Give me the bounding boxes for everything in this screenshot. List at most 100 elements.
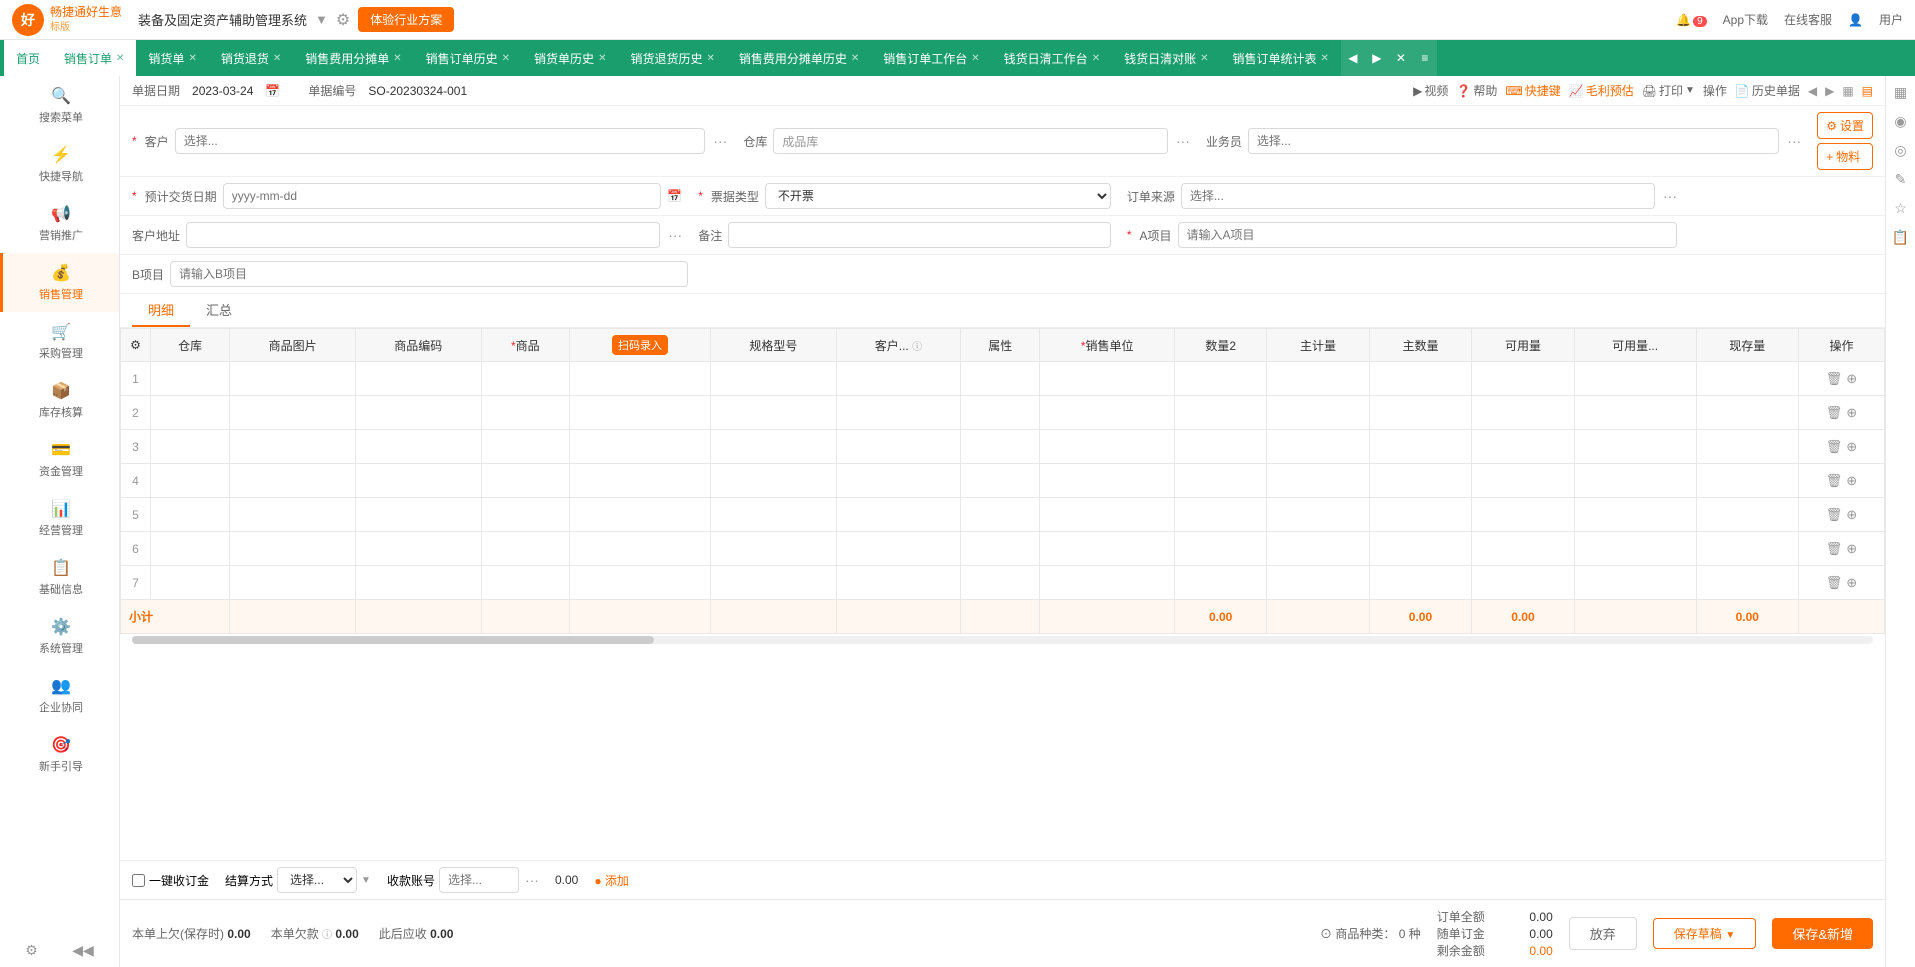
sidebar-settings-icon[interactable]: ⚙ <box>25 942 38 959</box>
nav-tab-return-history[interactable]: 销货退货历史 ✕ <box>618 40 726 76</box>
account-dots[interactable]: ··· <box>525 872 539 888</box>
nav-tab-reconcile[interactable]: 钱货日清对账 ✕ <box>1112 40 1220 76</box>
b-project-input[interactable] <box>170 261 688 287</box>
copy-icon[interactable]: ⊕ <box>1846 371 1857 387</box>
right-icon-4[interactable]: ✎ <box>1895 171 1907 188</box>
sidebar-item-base[interactable]: 📋 基础信息 <box>0 548 119 607</box>
row-code-2[interactable] <box>355 396 481 430</box>
right-icon-3[interactable]: ◎ <box>1894 142 1906 159</box>
row-spec-1[interactable] <box>711 362 837 396</box>
date-delivery-input[interactable] <box>223 183 662 209</box>
nav-tab-sales[interactable]: 销货单 ✕ <box>136 40 208 76</box>
toolbar-grid-icon[interactable]: ▦ <box>1842 84 1853 98</box>
profit-btn[interactable]: 📈 毛利预估 <box>1569 82 1634 99</box>
right-icon-6[interactable]: 📋 <box>1892 229 1909 246</box>
remarks-input[interactable] <box>728 222 1111 248</box>
nav-tab-fee-history[interactable]: 销售费用分摊单历史 ✕ <box>727 40 871 76</box>
sidebar-item-guide[interactable]: 🎯 新手引导 <box>0 725 119 784</box>
system-settings-icon[interactable]: ⚙ <box>336 10 350 30</box>
history-btn[interactable]: 📄 历史单据 <box>1735 82 1800 99</box>
nav-tab-daily-workbench[interactable]: 钱货日清工作台 ✕ <box>992 40 1112 76</box>
address-dots[interactable]: ··· <box>668 227 682 243</box>
nav-tab-sales-order[interactable]: 销售订单 ✕ <box>52 40 136 76</box>
delete-icon-5[interactable]: 🗑 <box>1826 507 1843 523</box>
row-warehouse-1[interactable] <box>151 362 230 396</box>
sidebar-item-enterprise[interactable]: 👥 企业协同 <box>0 666 119 725</box>
delete-icon-3[interactable]: 🗑 <box>1826 439 1843 455</box>
delete-icon[interactable]: 🗑 <box>1826 371 1843 387</box>
copy-icon-6[interactable]: ⊕ <box>1846 541 1857 557</box>
user-name[interactable]: 用户 <box>1879 11 1903 28</box>
payment-method-select[interactable]: 选择... <box>277 867 357 893</box>
nav-close-all[interactable]: ✕ <box>1389 40 1413 76</box>
row-qty2-1[interactable] <box>1175 362 1267 396</box>
row-main-qty-2[interactable] <box>1369 396 1471 430</box>
add-material-btn[interactable]: + 物料 <box>1817 143 1873 170</box>
order-source-input[interactable] <box>1181 183 1655 209</box>
row-code-1[interactable] <box>355 362 481 396</box>
toolbar-list-icon[interactable]: ▤ <box>1862 84 1873 98</box>
notification-icon[interactable]: 🔔9 <box>1676 13 1707 27</box>
warehouse-dots[interactable]: ··· <box>1176 133 1190 149</box>
payment-method-dropdown[interactable]: ▼ <box>361 875 371 886</box>
address-input[interactable] <box>186 222 660 248</box>
delete-icon-4[interactable]: 🗑 <box>1826 473 1843 489</box>
nav-more[interactable]: ≡ <box>1413 40 1437 76</box>
action-btn[interactable]: 操作 <box>1703 82 1727 99</box>
sidebar-item-search[interactable]: 🔍 搜索菜单 <box>0 76 119 135</box>
calendar-icon[interactable]: 📅 <box>265 84 280 98</box>
system-dropdown-icon[interactable]: ▼ <box>315 12 328 27</box>
sidebar-item-purchase[interactable]: 🛒 采购管理 <box>0 312 119 371</box>
help-btn[interactable]: ❓ 帮助 <box>1456 82 1497 99</box>
row-unit-2[interactable] <box>1040 396 1175 430</box>
sidebar-item-system[interactable]: ⚙️ 系统管理 <box>0 607 119 666</box>
online-support-btn[interactable]: 在线客服 <box>1784 11 1832 28</box>
right-icon-1[interactable]: ▦ <box>1894 84 1907 101</box>
row-attr-1[interactable] <box>961 362 1040 396</box>
copy-icon-4[interactable]: ⊕ <box>1846 473 1857 489</box>
view-btn[interactable]: ▶ 视频 <box>1413 82 1448 99</box>
sidebar-collapse-icon[interactable]: ◀◀ <box>72 942 94 959</box>
right-icon-2[interactable]: ◉ <box>1894 113 1906 130</box>
sidebar-item-marketing[interactable]: 📢 营销推广 <box>0 194 119 253</box>
one-click-checkbox[interactable] <box>132 874 145 887</box>
row-qty2-2[interactable] <box>1175 396 1267 430</box>
row-unit-1[interactable] <box>1040 362 1175 396</box>
settings-panel-btn[interactable]: ⚙ 设置 <box>1817 112 1873 139</box>
delete-icon-7[interactable]: 🗑 <box>1826 575 1843 591</box>
nav-next-arrow[interactable]: ▶ <box>1365 40 1389 76</box>
nav-tab-close[interactable]: ✕ <box>116 53 124 64</box>
copy-icon-3[interactable]: ⊕ <box>1846 439 1857 455</box>
copy-icon-5[interactable]: ⊕ <box>1846 507 1857 523</box>
sidebar-item-sales[interactable]: 💰 销售管理 <box>0 253 119 312</box>
app-download-btn[interactable]: App下载 <box>1723 11 1768 28</box>
row-spec-2[interactable] <box>711 396 837 430</box>
nav-tab-stats[interactable]: 销售订单统计表 ✕ <box>1220 40 1340 76</box>
nav-tab-home[interactable]: 首页 <box>4 40 52 76</box>
customer-code-info[interactable]: ⓘ <box>912 342 922 353</box>
delete-icon-6[interactable]: 🗑 <box>1826 541 1843 557</box>
print-dropdown[interactable]: ▼ <box>1685 85 1695 96</box>
row-product-2[interactable] <box>481 396 569 430</box>
add-btn[interactable]: ● 添加 <box>594 872 629 889</box>
sidebar-item-quicknav[interactable]: ⚡ 快捷导航 <box>0 135 119 194</box>
col-scan[interactable]: 扫码录入 <box>569 329 710 362</box>
copy-icon-2[interactable]: ⊕ <box>1846 405 1857 421</box>
tab-detail[interactable]: 明细 <box>132 294 190 327</box>
row-product-1[interactable] <box>481 362 569 396</box>
row-customer-code-2[interactable] <box>836 396 960 430</box>
copy-icon-7[interactable]: ⊕ <box>1846 575 1857 591</box>
nav-prev-arrow[interactable]: ◀ <box>1341 40 1365 76</box>
toolbar-nav-next[interactable]: ▶ <box>1825 84 1834 98</box>
right-icon-5[interactable]: ☆ <box>1894 200 1907 217</box>
save-draft-dropdown[interactable]: ▼ <box>1725 930 1735 941</box>
account-input[interactable] <box>439 867 519 893</box>
tab-summary[interactable]: 汇总 <box>190 294 248 327</box>
toolbar-nav-prev[interactable]: ◀ <box>1808 84 1817 98</box>
row-main-qty-1[interactable] <box>1369 362 1471 396</box>
sidebar-item-finance[interactable]: 💳 资金管理 <box>0 430 119 489</box>
salesperson-dots[interactable]: ··· <box>1787 133 1801 149</box>
solution-btn[interactable]: 体验行业方案 <box>358 7 454 32</box>
a-project-input[interactable] <box>1178 222 1678 248</box>
horizontal-scrollbar[interactable] <box>132 636 1873 644</box>
